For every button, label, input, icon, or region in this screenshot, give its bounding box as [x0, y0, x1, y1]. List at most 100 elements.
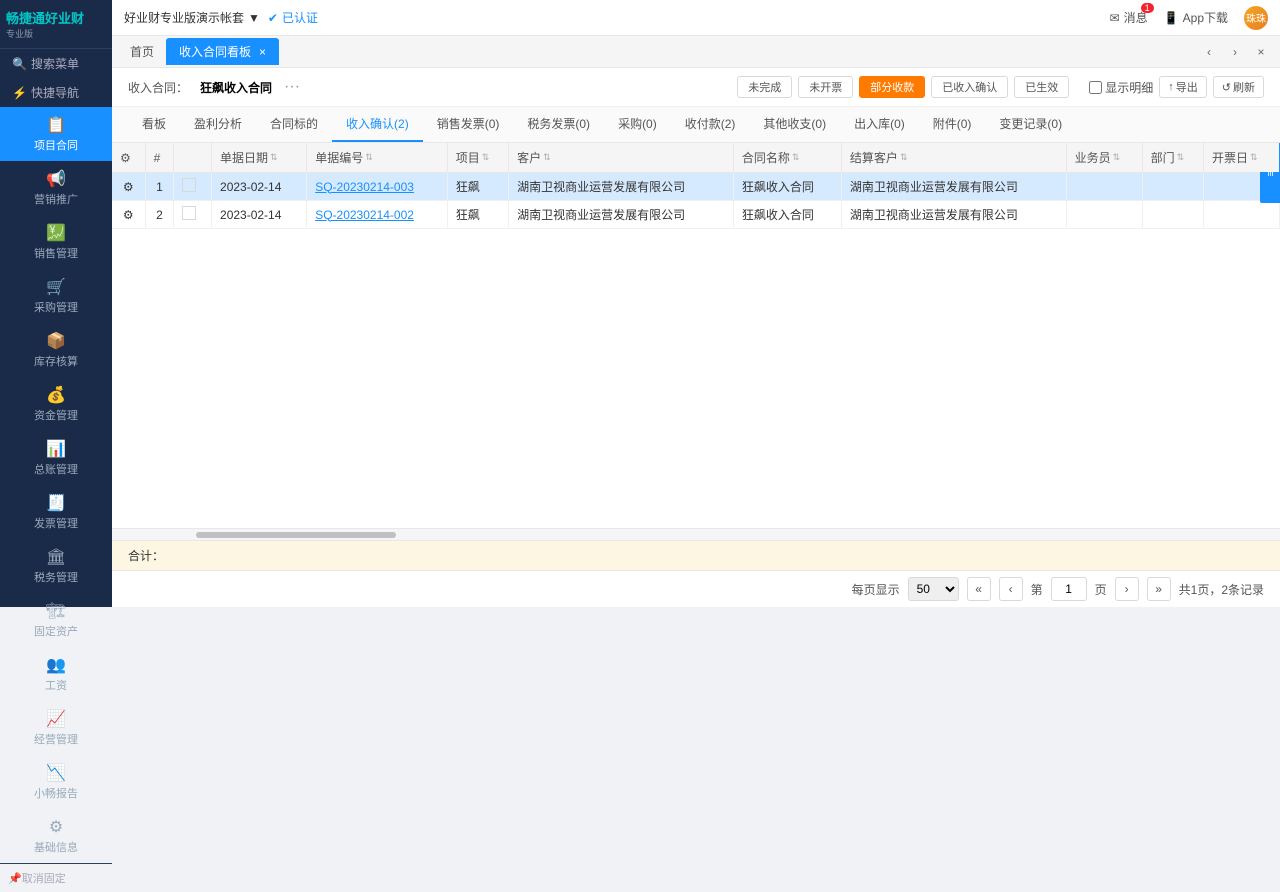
sidebar-item-sales[interactable]: 💹销售管理: [0, 215, 112, 269]
status-btn-未完成[interactable]: 未完成: [737, 76, 792, 98]
status-btn-已生效[interactable]: 已生效: [1014, 76, 1069, 98]
subtab-payment[interactable]: 收付款(2): [671, 107, 750, 142]
first-page-btn[interactable]: «: [967, 577, 991, 601]
sidebar-item-base[interactable]: ⚙基础信息: [0, 809, 112, 863]
prev-page-btn[interactable]: ‹: [999, 577, 1023, 601]
subtab-tax_invoice[interactable]: 税务发票(0): [513, 107, 604, 142]
subtab-outbound[interactable]: 出入库(0): [840, 107, 919, 142]
next-page-btn[interactable]: ›: [1115, 577, 1139, 601]
cell-salesperson: [1066, 173, 1142, 201]
sidebar: 畅捷通好业财 专业版 🔍 搜索菜单 ⚡ 快捷导航 📋项目合同📢营销推广💹销售管理…: [0, 0, 112, 607]
tab-home[interactable]: 首页: [120, 39, 164, 64]
header-actions: 显示明细 ↑ 导出 ↺ 刷新: [1089, 76, 1264, 98]
sidebar-item-funds[interactable]: 💰资金管理: [0, 377, 112, 431]
app-download-btn[interactable]: 📱 App下载: [1164, 9, 1228, 26]
sidebar-item-general[interactable]: 📊总账管理: [0, 431, 112, 485]
scroll-thumb[interactable]: [196, 532, 396, 538]
data-table: ⚙#单据日期⇅单据编号⇅项目⇅客户⇅合同名称⇅结算客户⇅业务员⇅部门⇅开票日⇅ …: [112, 143, 1280, 229]
cell-bill_no[interactable]: SQ-20230214-002: [307, 201, 448, 229]
tab-nav-prev[interactable]: ‹: [1198, 41, 1220, 63]
show-detail-label: 显示明细: [1105, 79, 1153, 96]
sidebar-item-tax[interactable]: 🏛税务管理: [0, 539, 112, 593]
sidebar-item-report[interactable]: 📉小畅报告: [0, 755, 112, 809]
message-btn[interactable]: ✉ 1 消息: [1110, 9, 1148, 26]
per-page-select[interactable]: 2050100: [908, 577, 959, 601]
table-row[interactable]: ⚙12023-02-14SQ-20230214-003狂飙湖南卫视商业运营发展有…: [112, 173, 1280, 201]
message-badge: 1: [1141, 3, 1154, 13]
export-btn[interactable]: ↑ 导出: [1159, 76, 1207, 98]
status-btn-部分收款[interactable]: 部分收款: [859, 76, 925, 98]
bill-no-link[interactable]: SQ-20230214-002: [315, 208, 414, 222]
certified-label: 已认证: [282, 9, 318, 26]
bill-no-link[interactable]: SQ-20230214-003: [315, 180, 414, 194]
quick-nav-label: 快捷导航: [31, 84, 79, 101]
page-input[interactable]: [1051, 577, 1087, 601]
show-detail-input[interactable]: [1089, 81, 1102, 94]
status-btn-未开票[interactable]: 未开票: [798, 76, 853, 98]
tabbar: 首页 收入合同看板 × ‹ › ×: [112, 36, 1280, 68]
subtab-contract_standard[interactable]: 合同标的: [256, 107, 332, 142]
subtab-other_income[interactable]: 其他收支(0): [749, 107, 840, 142]
sidebar-item-label: 采购管理: [34, 299, 78, 315]
app-subtitle: 专业版: [6, 27, 106, 40]
contract-more-btn[interactable]: ···: [284, 78, 300, 96]
tabbar-controls: ‹ › ×: [1198, 41, 1272, 63]
tab-nav-close[interactable]: ×: [1250, 41, 1272, 63]
table-row[interactable]: ⚙22023-02-14SQ-20230214-002狂飙湖南卫视商业运营发展有…: [112, 201, 1280, 229]
col-header-project[interactable]: 项目⇅: [447, 143, 508, 173]
col-header-settle_customer[interactable]: 结算客户⇅: [841, 143, 1066, 173]
cell-bill_no[interactable]: SQ-20230214-003: [307, 173, 448, 201]
refresh-btn[interactable]: ↺ 刷新: [1213, 76, 1264, 98]
sidebar-item-purchase[interactable]: 🛒 采购管理: [0, 269, 112, 323]
show-detail-checkbox[interactable]: 显示明细: [1089, 76, 1153, 98]
tab-close-icon[interactable]: ×: [259, 45, 266, 59]
sidebar-item-hr[interactable]: 👥工资: [0, 647, 112, 701]
subtab-change_log[interactable]: 变更记录(0): [985, 107, 1076, 142]
subtab-profit[interactable]: 盈利分析: [180, 107, 256, 142]
sidebar-item-inventory[interactable]: 📦库存核算: [0, 323, 112, 377]
scroll-bar[interactable]: [112, 528, 1280, 540]
cell-customer: 湖南卫视商业运营发展有限公司: [509, 201, 734, 229]
col-header-date[interactable]: 单据日期⇅: [212, 143, 307, 173]
user-name: 珠珠: [1246, 10, 1266, 25]
subtab-kanban[interactable]: 看板: [128, 107, 180, 142]
purchase-icon: 🛒: [46, 277, 66, 297]
col-header-department[interactable]: 部门⇅: [1142, 143, 1203, 173]
col-header-salesperson[interactable]: 业务员⇅: [1066, 143, 1142, 173]
subtab-income_confirm[interactable]: 收入确认(2): [332, 107, 423, 142]
col-header-customer[interactable]: 客户⇅: [509, 143, 734, 173]
sidebar-item-invoice[interactable]: 🧾发票管理: [0, 485, 112, 539]
col-header-bill_date2[interactable]: 开票日⇅: [1203, 143, 1279, 173]
subtab-attachment[interactable]: 附件(0): [919, 107, 986, 142]
quick-nav-btn[interactable]: ⚡ 快捷导航: [0, 78, 112, 107]
search-menu-btn[interactable]: 🔍 搜索菜单: [0, 49, 112, 78]
sort-icon-bill_date2: ⇅: [1250, 152, 1258, 163]
col-header-check: [174, 143, 212, 173]
tab-income-contract[interactable]: 收入合同看板 ×: [166, 38, 279, 65]
company-selector[interactable]: 好业财专业版演示帐套 ▼: [124, 9, 260, 26]
col-header-bill_no[interactable]: 单据编号⇅: [307, 143, 448, 173]
col-header-contract_name[interactable]: 合同名称⇅: [733, 143, 841, 173]
row-checkbox[interactable]: [182, 178, 196, 192]
total-label: 合计：: [128, 547, 164, 564]
status-btn-已收入确认[interactable]: 已收入确认: [931, 76, 1008, 98]
row-checkbox[interactable]: [182, 206, 196, 220]
sidebar-item-marketing[interactable]: 📢营销推广: [0, 161, 112, 215]
sidebar-item-ops[interactable]: 📈经营管理: [0, 701, 112, 755]
cell-check[interactable]: [174, 173, 212, 201]
table-area[interactable]: ⚙#单据日期⇅单据编号⇅项目⇅客户⇅合同名称⇅结算客户⇅业务员⇅部门⇅开票日⇅ …: [112, 143, 1280, 528]
sidebar-item-project[interactable]: 📋项目合同: [0, 107, 112, 161]
unpin-btn[interactable]: 📌 取消固定: [0, 863, 112, 892]
cell-contract_name: 狂飙收入合同: [733, 201, 841, 229]
fixed-icon: 🏗: [46, 601, 66, 621]
cell-check[interactable]: [174, 201, 212, 229]
app-download-label: App下载: [1183, 9, 1228, 26]
tab-nav-next[interactable]: ›: [1224, 41, 1246, 63]
subtab-purchase[interactable]: 采购(0): [604, 107, 671, 142]
user-avatar[interactable]: 珠珠: [1244, 6, 1268, 30]
contract-header: 收入合同： 狂飙收入合同 ··· 未完成未开票部分收款已收入确认已生效 显示明细…: [112, 68, 1280, 107]
search-icon: 🔍: [12, 57, 27, 71]
sidebar-item-fixed[interactable]: 🏗固定资产: [0, 593, 112, 647]
last-page-btn[interactable]: »: [1147, 577, 1171, 601]
subtab-sales_invoice[interactable]: 销售发票(0): [423, 107, 514, 142]
